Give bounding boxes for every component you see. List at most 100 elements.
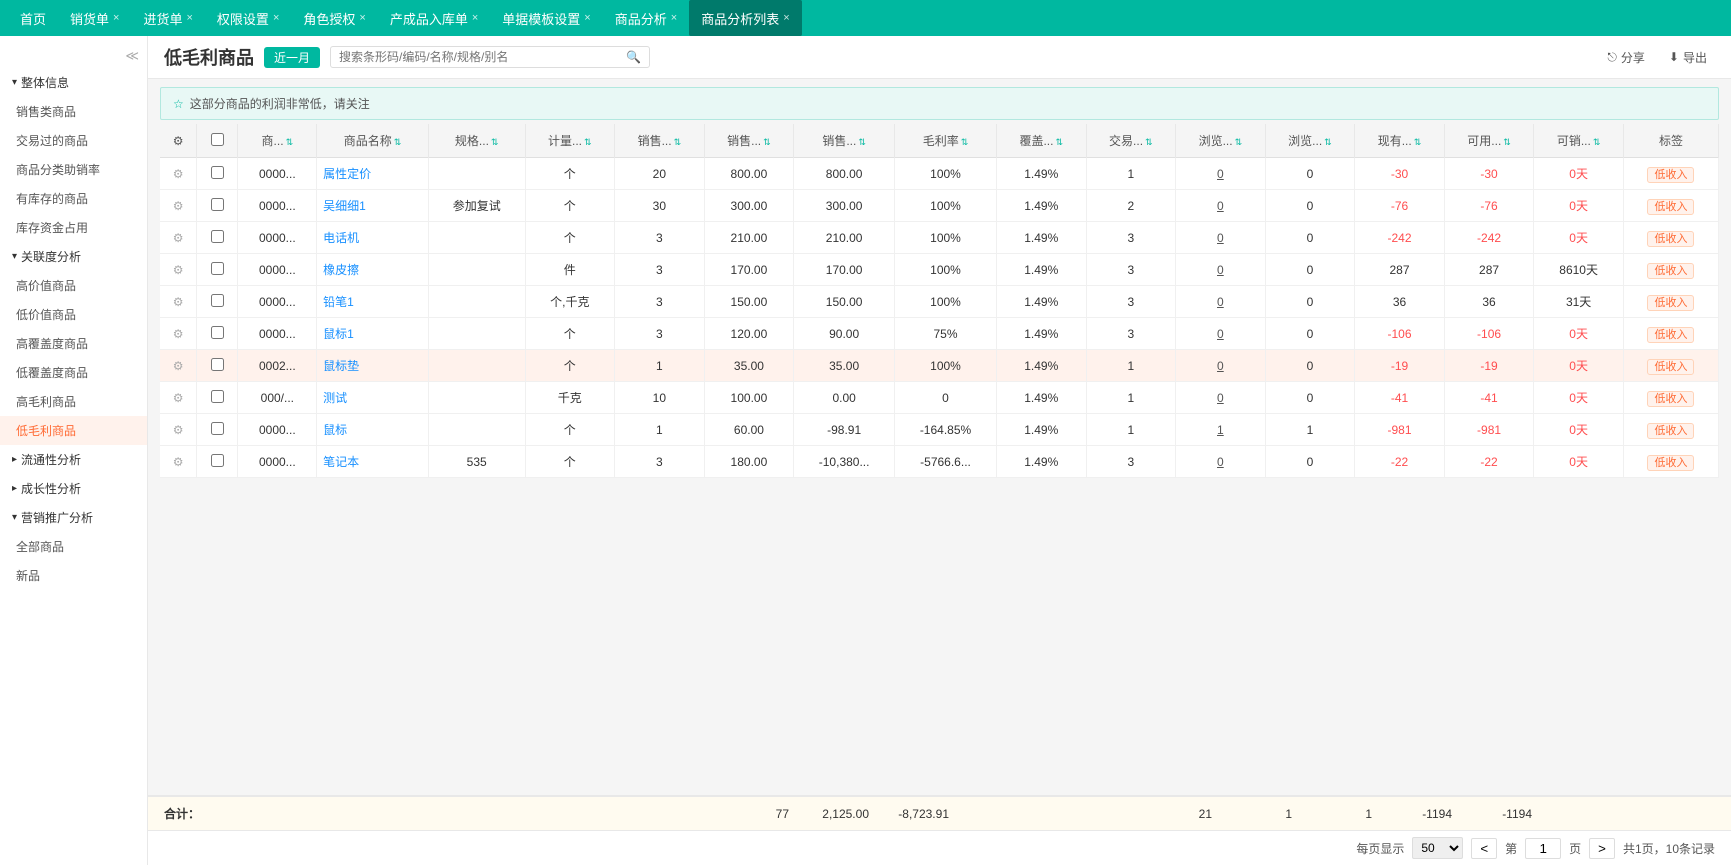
sort-icon[interactable]: ⇅ (674, 137, 682, 147)
row-settings[interactable]: ⚙ (160, 446, 197, 478)
row-browse1[interactable]: 0 (1176, 350, 1266, 382)
row-settings[interactable]: ⚙ (160, 382, 197, 414)
row-settings[interactable]: ⚙ (160, 158, 197, 190)
col-unit[interactable]: 计量...⇅ (525, 124, 615, 158)
close-icon[interactable]: × (186, 12, 192, 24)
col-checkbox[interactable] (197, 124, 238, 158)
sidebar-item-all-goods[interactable]: 全部商品 (0, 532, 147, 561)
row-name[interactable]: 笔记本 (317, 446, 429, 478)
row-checkbox[interactable] (197, 350, 238, 382)
sidebar-item-new-goods[interactable]: 新品 (0, 561, 147, 590)
row-browse1[interactable]: 0 (1176, 190, 1266, 222)
sort-icon[interactable]: ⇅ (491, 137, 499, 147)
page-input[interactable] (1525, 838, 1561, 859)
sidebar-item-sales-goods[interactable]: 销售类商品 (0, 97, 147, 126)
row-checkbox[interactable] (197, 222, 238, 254)
col-settings[interactable]: ⚙ (160, 124, 197, 158)
col-browse2[interactable]: 浏览...⇅ (1265, 124, 1355, 158)
nav-goods-analysis[interactable]: 商品分析 × (603, 0, 689, 36)
nav-template[interactable]: 单据模板设置 × (490, 0, 602, 36)
col-sale-qty[interactable]: 销售...⇅ (615, 124, 705, 158)
row-browse1[interactable]: 1 (1176, 414, 1266, 446)
col-browse1[interactable]: 浏览...⇅ (1176, 124, 1266, 158)
sort-icon[interactable]: ⇅ (763, 137, 771, 147)
sidebar-group-overall[interactable]: ▾ 整体信息 (0, 68, 147, 97)
time-tag-button[interactable]: 近一月 (264, 47, 320, 68)
sidebar-item-high-margin[interactable]: 高毛利商品 (0, 387, 147, 416)
sort-icon[interactable]: ⇅ (1235, 137, 1243, 147)
sort-icon[interactable]: ⇅ (286, 137, 294, 147)
nav-permission[interactable]: 权限设置 × (205, 0, 291, 36)
row-settings[interactable]: ⚙ (160, 254, 197, 286)
sidebar-group-relevance[interactable]: ▾ 关联度分析 (0, 242, 147, 271)
close-icon[interactable]: × (113, 12, 119, 24)
nav-home[interactable]: 首页 (8, 0, 58, 36)
share-button[interactable]: ⎋ 分享 (1599, 45, 1653, 70)
row-checkbox[interactable] (197, 286, 238, 318)
col-sale-amt[interactable]: 销售...⇅ (704, 124, 794, 158)
close-icon[interactable]: × (359, 12, 365, 24)
col-available[interactable]: 可用...⇅ (1444, 124, 1534, 158)
close-icon[interactable]: × (783, 12, 789, 24)
sidebar-group-marketing[interactable]: ▾ 营销推广分析 (0, 503, 147, 532)
row-browse1[interactable]: 0 (1176, 254, 1266, 286)
sidebar-item-low-value[interactable]: 低价值商品 (0, 300, 147, 329)
row-checkbox[interactable] (197, 446, 238, 478)
col-tag[interactable]: 标签 (1623, 124, 1718, 158)
close-icon[interactable]: × (273, 12, 279, 24)
row-name[interactable]: 鼠标 (317, 414, 429, 446)
row-name[interactable]: 吴细细1 (317, 190, 429, 222)
per-page-select[interactable]: 50 100 200 (1412, 837, 1463, 859)
row-checkbox[interactable] (197, 190, 238, 222)
col-spec[interactable]: 规格...⇅ (428, 124, 525, 158)
row-browse1[interactable]: 0 (1176, 446, 1266, 478)
row-browse1[interactable]: 0 (1176, 222, 1266, 254)
sort-icon[interactable]: ⇅ (858, 137, 866, 147)
nav-role[interactable]: 角色授权 × (291, 0, 377, 36)
col-code[interactable]: 商...⇅ (238, 124, 317, 158)
close-icon[interactable]: × (671, 12, 677, 24)
prev-page-button[interactable]: < (1471, 838, 1497, 859)
row-name[interactable]: 橡皮擦 (317, 254, 429, 286)
row-settings[interactable]: ⚙ (160, 286, 197, 318)
col-saleable[interactable]: 可销...⇅ (1534, 124, 1624, 158)
next-page-button[interactable]: > (1589, 838, 1615, 859)
row-settings[interactable]: ⚙ (160, 318, 197, 350)
row-settings[interactable]: ⚙ (160, 222, 197, 254)
row-checkbox[interactable] (197, 318, 238, 350)
row-checkbox[interactable] (197, 382, 238, 414)
nav-product-in[interactable]: 产成品入库单 × (378, 0, 490, 36)
row-browse1[interactable]: 0 (1176, 382, 1266, 414)
sort-icon[interactable]: ⇅ (394, 137, 402, 147)
col-current[interactable]: 现有...⇅ (1355, 124, 1445, 158)
row-settings[interactable]: ⚙ (160, 190, 197, 222)
sidebar-group-growth[interactable]: ▸ 成长性分析 (0, 474, 147, 503)
row-checkbox[interactable] (197, 254, 238, 286)
row-browse1[interactable]: 0 (1176, 158, 1266, 190)
sidebar-item-low-margin[interactable]: 低毛利商品 (0, 416, 147, 445)
col-gross-rate[interactable]: 毛利率⇅ (895, 124, 997, 158)
nav-purchase[interactable]: 进货单 × (131, 0, 204, 36)
sidebar-item-high-coverage[interactable]: 高覆盖度商品 (0, 329, 147, 358)
col-sale-profit[interactable]: 销售...⇅ (794, 124, 895, 158)
col-trade[interactable]: 交易...⇅ (1086, 124, 1176, 158)
row-name[interactable]: 属性定价 (317, 158, 429, 190)
row-name[interactable]: 测试 (317, 382, 429, 414)
sidebar-item-stocked-goods[interactable]: 有库存的商品 (0, 184, 147, 213)
nav-goods-analysis-list[interactable]: 商品分析列表 × (689, 0, 801, 36)
sidebar-item-low-coverage[interactable]: 低覆盖度商品 (0, 358, 147, 387)
sort-icon[interactable]: ⇅ (1414, 137, 1422, 147)
close-icon[interactable]: × (584, 12, 590, 24)
sort-icon[interactable]: ⇅ (1503, 137, 1511, 147)
close-icon[interactable]: × (472, 12, 478, 24)
sidebar-collapse-btn[interactable]: ≪ (125, 48, 139, 64)
row-checkbox[interactable] (197, 414, 238, 446)
col-coverage[interactable]: 覆盖...⇅ (996, 124, 1086, 158)
sort-icon[interactable]: ⇅ (1055, 137, 1063, 147)
sidebar-group-flow[interactable]: ▸ 流通性分析 (0, 445, 147, 474)
row-browse1[interactable]: 0 (1176, 318, 1266, 350)
search-input[interactable] (339, 50, 626, 64)
row-settings[interactable]: ⚙ (160, 350, 197, 382)
col-name[interactable]: 商品名称⇅ (317, 124, 429, 158)
search-icon[interactable]: 🔍 (626, 50, 641, 64)
